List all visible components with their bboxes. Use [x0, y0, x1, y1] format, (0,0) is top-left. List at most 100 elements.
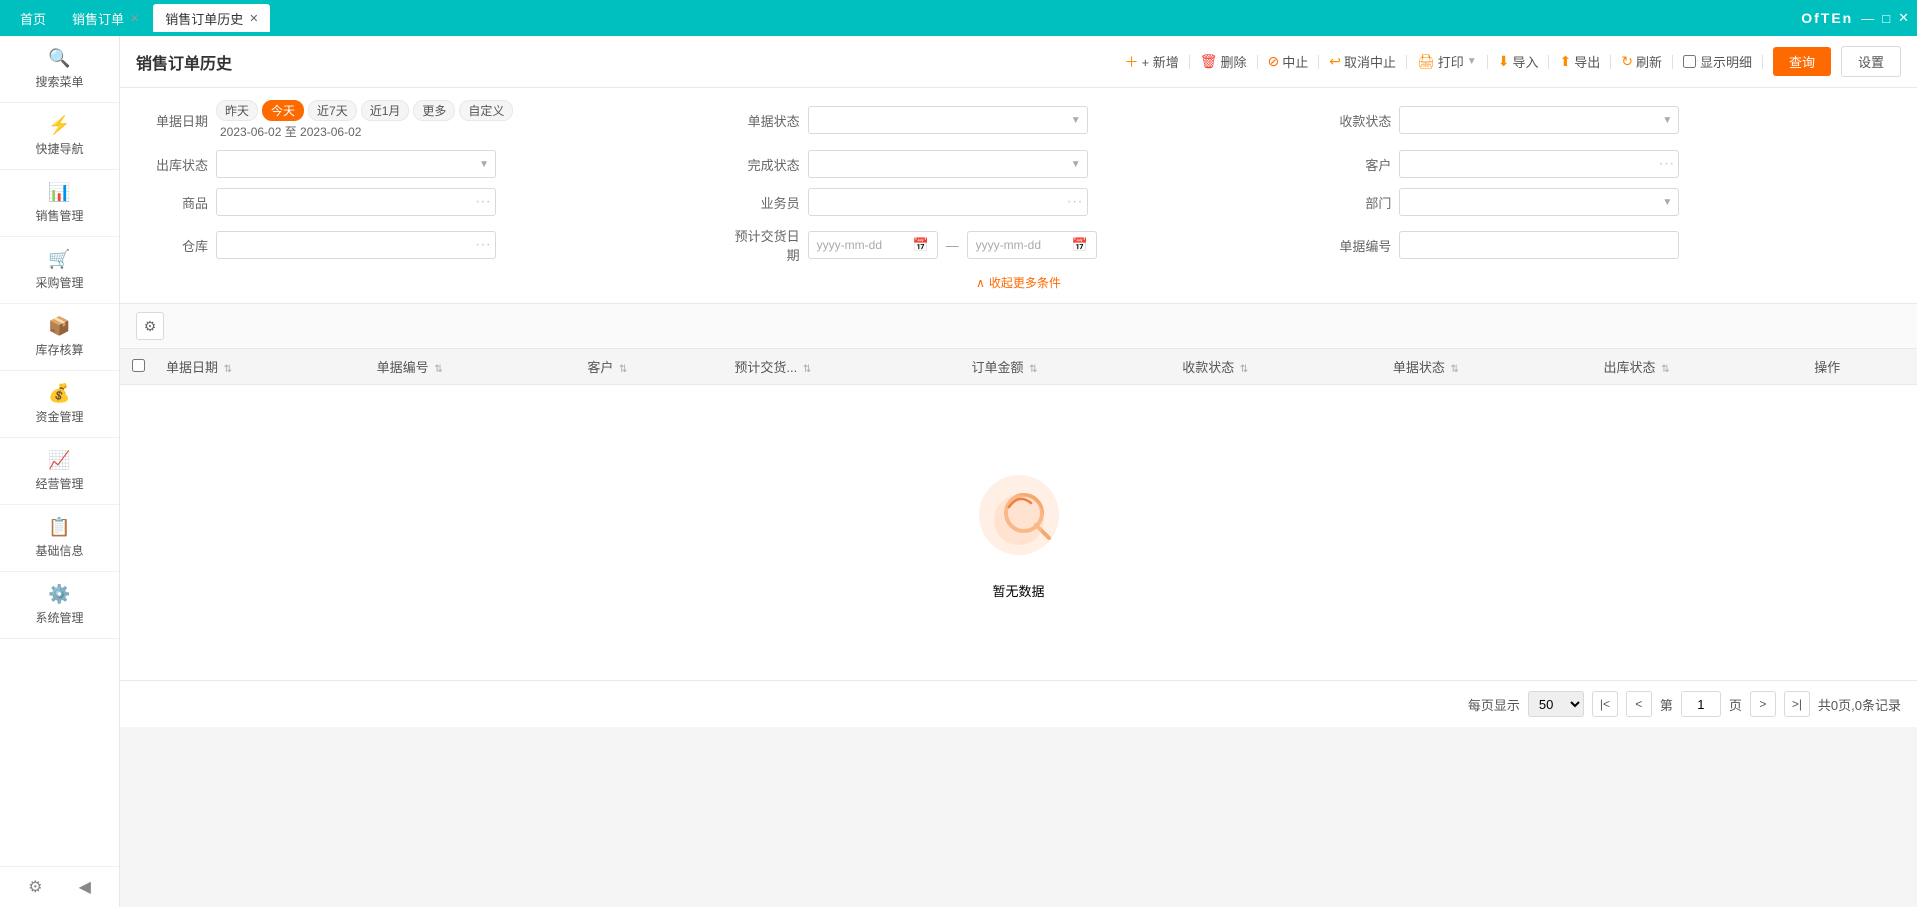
stop-button[interactable]: ⊘ 中止 [1268, 52, 1309, 71]
prev-page-button[interactable]: < [1626, 691, 1652, 717]
filter-panel: 单据日期 昨天 今天 近7天 近1月 更多 自定义 2023-06-02 至 2… [120, 88, 1917, 304]
table-header-delivery-status[interactable]: 出库状态 ⇅ [1594, 349, 1805, 385]
refresh-button[interactable]: ↻ 刷新 [1621, 52, 1662, 71]
query-button[interactable]: 查询 [1773, 47, 1831, 76]
page-size-label: 每页显示 [1468, 695, 1520, 714]
empty-state: 暂无数据 [120, 385, 1917, 680]
settings-button[interactable]: 设置 [1841, 46, 1901, 77]
sidebar-item-quick-nav[interactable]: ⚡ 快捷导航 [0, 103, 119, 170]
customer-dots-icon[interactable]: ··· [1654, 155, 1678, 173]
salesperson-dots-icon[interactable]: ··· [1063, 193, 1087, 211]
table-header-order-status[interactable]: 单据状态 ⇅ [1383, 349, 1594, 385]
department-select[interactable]: ▼ [1399, 188, 1679, 216]
filter-warehouse-cell: 仓库 ··· [136, 226, 718, 264]
expected-delivery-from[interactable]: yyyy-mm-dd 📅 [808, 231, 938, 259]
sidebar-item-inventory[interactable]: 📦 库存核算 [0, 304, 119, 371]
next-page-button[interactable]: > [1750, 691, 1776, 717]
window-max-btn[interactable]: □ [1882, 11, 1890, 26]
window-min-btn[interactable]: — [1861, 11, 1874, 26]
tab-sales-order-close[interactable]: ✕ [130, 12, 139, 25]
basic-info-icon: 📋 [48, 517, 70, 538]
product-dots-icon[interactable]: ··· [471, 193, 495, 211]
table-settings-button[interactable]: ⚙ [136, 312, 164, 340]
export-button[interactable]: ⬆ 导出 [1559, 52, 1600, 71]
toolbar-divider-4 [1406, 55, 1407, 69]
chip-last7days[interactable]: 近7天 [308, 100, 357, 121]
sidebar-item-sales-mgmt[interactable]: 📊 销售管理 [0, 170, 119, 237]
filter-product-cell: 商品 ··· [136, 188, 718, 216]
order-status-select[interactable]: ▼ [808, 106, 1088, 134]
table-header-no-label: 单据编号 [377, 360, 429, 375]
export-label: 导出 [1574, 52, 1600, 71]
search-menu-icon: 🔍 [48, 48, 70, 69]
chip-more[interactable]: 更多 [413, 100, 455, 121]
tab-sales-order-history[interactable]: 销售订单历史 ✕ [153, 4, 270, 32]
table-header-no[interactable]: 单据编号 ⇅ [367, 349, 578, 385]
last-page-button[interactable]: >| [1784, 691, 1810, 717]
warehouse-dots-icon[interactable]: ··· [471, 236, 495, 254]
tab-home[interactable]: 首页 [8, 4, 58, 32]
table-header-date[interactable]: 单据日期 ⇅ [156, 349, 367, 385]
table-header-payment-status[interactable]: 收款状态 ⇅ [1172, 349, 1383, 385]
department-arrow-icon: ▼ [1662, 197, 1672, 208]
delivery-status-select[interactable]: ▼ [216, 150, 496, 178]
tab-sales-order[interactable]: 销售订单 ✕ [60, 4, 151, 32]
sidebar-footer: ⚙ ◀ [0, 866, 119, 907]
total-records-text: 共0页,0条记录 [1818, 695, 1901, 714]
sidebar-settings-icon[interactable]: ⚙ [28, 877, 42, 897]
add-button[interactable]: ＋ + 新增 [1124, 52, 1178, 72]
display-detail-checkbox[interactable] [1683, 55, 1696, 68]
sidebar-item-basic-info[interactable]: 📋 基础信息 [0, 505, 119, 572]
empty-text: 暂无数据 [992, 581, 1044, 600]
expected-delivery-to-placeholder: yyyy-mm-dd [976, 238, 1041, 252]
sidebar-item-search-menu[interactable]: 🔍 搜索菜单 [0, 36, 119, 103]
filter-delivery-status-cell: 出库状态 ▼ [136, 150, 718, 178]
print-icon: 🖨 [1417, 53, 1435, 70]
table-header-customer[interactable]: 客户 ⇅ [577, 349, 724, 385]
delete-button[interactable]: 🗑 删除 [1200, 52, 1247, 71]
date-range-display: 2023-06-02 至 2023-06-02 [220, 123, 513, 140]
chip-today[interactable]: 今天 [262, 100, 304, 121]
sidebar-item-funds-mgmt[interactable]: 💰 资金管理 [0, 371, 119, 438]
filter-product-label: 商品 [136, 193, 216, 212]
system-mgmt-icon: ⚙️ [48, 584, 70, 605]
sort-delivery-status-icon: ⇅ [1661, 364, 1669, 375]
table-header-actions: 操作 [1804, 349, 1917, 385]
sidebar-collapse-icon[interactable]: ◀ [79, 877, 91, 897]
first-page-button[interactable]: |< [1592, 691, 1618, 717]
print-button[interactable]: 🖨 打印 ▼ [1417, 52, 1477, 71]
toolbar-divider-6 [1548, 55, 1549, 69]
import-button[interactable]: ⬇ 导入 [1498, 52, 1539, 71]
table-header-expected-delivery-label: 预计交货... [734, 360, 797, 375]
window-close-btn[interactable]: ✕ [1898, 10, 1909, 26]
page-size-select[interactable]: 50 10 20 100 [1528, 691, 1584, 717]
payment-status-select[interactable]: ▼ [1399, 106, 1679, 134]
expected-delivery-to[interactable]: yyyy-mm-dd 📅 [967, 231, 1097, 259]
cancel-stop-button[interactable]: ↩ 取消中止 [1329, 52, 1396, 71]
select-all-checkbox[interactable] [132, 359, 145, 372]
display-detail-checkbox-wrapper[interactable]: 显示明细 [1683, 52, 1752, 71]
page-number-input[interactable] [1681, 691, 1721, 717]
toolbar-divider-2 [1257, 55, 1258, 69]
filter-delivery-status-label: 出库状态 [136, 155, 216, 174]
sidebar-item-operations-mgmt[interactable]: 📈 经营管理 [0, 438, 119, 505]
toolbar-divider-7 [1610, 55, 1611, 69]
tab-sales-order-history-close[interactable]: ✕ [249, 12, 258, 25]
collapse-bar[interactable]: ∧ 收起更多条件 [136, 270, 1901, 291]
chip-last1month[interactable]: 近1月 [361, 100, 410, 121]
completion-status-select[interactable]: ▼ [808, 150, 1088, 178]
sidebar-item-basic-info-label: 基础信息 [35, 542, 83, 559]
print-arrow-icon: ▼ [1467, 56, 1477, 67]
sort-no-icon: ⇅ [434, 364, 442, 375]
table-header-payment-status-label: 收款状态 [1182, 360, 1234, 375]
sidebar-item-purchase-mgmt-label: 采购管理 [35, 274, 83, 291]
table-header-expected-delivery[interactable]: 预计交货... ⇅ [724, 349, 961, 385]
sort-expected-delivery-icon: ⇅ [803, 364, 811, 375]
sidebar-item-system-mgmt[interactable]: ⚙️ 系统管理 [0, 572, 119, 639]
sidebar-item-purchase-mgmt[interactable]: 🛒 采购管理 [0, 237, 119, 304]
filter-salesperson-cell: 业务员 ··· [728, 188, 1310, 216]
table-header-amount[interactable]: 订单金额 ⇅ [962, 349, 1173, 385]
order-no-input[interactable] [1399, 231, 1679, 259]
chip-yesterday[interactable]: 昨天 [216, 100, 258, 121]
chip-custom[interactable]: 自定义 [459, 100, 513, 121]
